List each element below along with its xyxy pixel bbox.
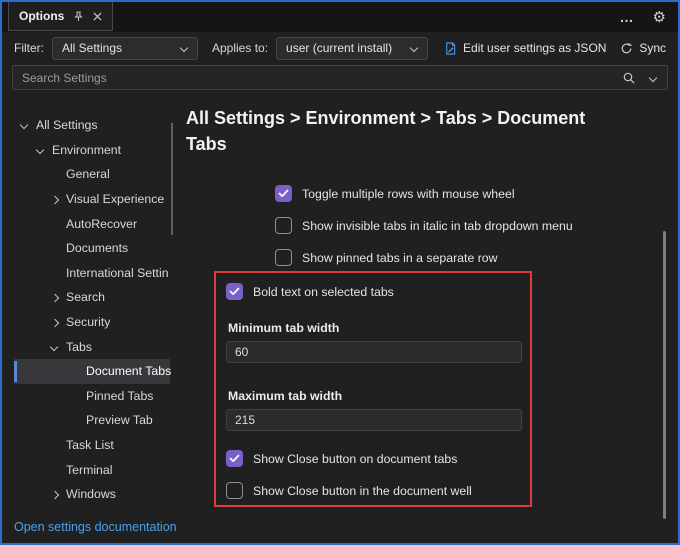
checkbox-bold-text-selected-tabs[interactable]: Bold text on selected tabs [226, 283, 394, 300]
titlebar-actions: … ⚙ [620, 2, 666, 32]
chevron-right-icon[interactable] [50, 293, 60, 301]
checkbox-icon[interactable] [226, 450, 243, 467]
edit-json-icon [444, 41, 457, 55]
sync-button[interactable]: Sync [620, 41, 666, 55]
options-window: Options … ⚙ Filter: All Settings Applies… [0, 0, 680, 545]
checkbox-show-close-in-document-well[interactable]: Show Close button in the document well [226, 482, 472, 499]
sidebar-item-pinned-tabs[interactable]: Pinned Tabs [2, 384, 182, 409]
sidebar-item-document-tabs[interactable]: Document Tabs [2, 358, 182, 384]
max-tab-width-input[interactable] [226, 409, 522, 431]
main-scrollbar[interactable] [663, 231, 666, 519]
applies-to-select[interactable]: user (current install) [276, 36, 429, 60]
chevron-down-icon[interactable] [20, 121, 30, 129]
sidebar-item-international-settings[interactable]: International Settin [2, 261, 182, 286]
filter-label: Filter: [14, 41, 44, 55]
chevron-down-icon[interactable] [649, 74, 657, 82]
sidebar-item-autorecover[interactable]: AutoRecover [2, 211, 182, 236]
applies-to-label: Applies to: [212, 41, 269, 55]
checkbox-label: Show pinned tabs in a separate row [302, 250, 498, 265]
sidebar-item-general[interactable]: General [2, 162, 182, 187]
sidebar-item-terminal[interactable]: Terminal [2, 457, 182, 482]
toolbar: Filter: All Settings Applies to: user (c… [2, 32, 678, 64]
edit-json-label: Edit user settings as JSON [463, 41, 607, 55]
checkbox-icon[interactable] [275, 185, 292, 202]
sidebar-item-documents[interactable]: Documents [2, 236, 182, 261]
body: All Settings Environment General Visual … [2, 97, 678, 543]
checkbox-toggle-multiple-rows[interactable]: Toggle multiple rows with mouse wheel [275, 185, 515, 202]
sidebar-item-all-settings[interactable]: All Settings [2, 113, 182, 138]
sync-label: Sync [639, 41, 666, 55]
search-settings-bar [12, 65, 668, 90]
titlebar: Options … ⚙ [2, 2, 678, 32]
checkbox-show-pinned-separate-row[interactable]: Show pinned tabs in a separate row [275, 249, 498, 266]
checkbox-icon[interactable] [275, 249, 292, 266]
edit-json-button[interactable]: Edit user settings as JSON [444, 41, 606, 55]
min-tab-width-input[interactable] [226, 341, 522, 363]
chevron-down-icon [180, 44, 188, 52]
breadcrumb: All Settings > Environment > Tabs > Docu… [186, 108, 586, 154]
chevron-down-icon[interactable] [50, 343, 60, 351]
sidebar-item-windows[interactable]: Windows [2, 482, 182, 507]
sidebar-item-environment[interactable]: Environment [2, 138, 182, 163]
checkbox-label: Show Close button on document tabs [253, 451, 458, 466]
checkbox-label: Show invisible tabs in italic in tab dro… [302, 218, 573, 233]
pin-icon[interactable] [73, 11, 84, 22]
filter-select[interactable]: All Settings [52, 36, 198, 60]
search-input[interactable] [13, 70, 622, 85]
sidebar-item-tabs[interactable]: Tabs [2, 334, 182, 359]
more-options-icon[interactable]: … [620, 9, 635, 25]
checkbox-label: Show Close button in the document well [253, 483, 472, 498]
sidebar-item-security[interactable]: Security [2, 310, 182, 335]
chevron-right-icon[interactable] [50, 195, 60, 203]
close-icon[interactable] [93, 11, 102, 21]
settings-tree: All Settings Environment General Visual … [2, 97, 182, 543]
sidebar-item-preview-tab[interactable]: Preview Tab [2, 408, 182, 433]
filter-select-value: All Settings [62, 41, 123, 55]
chevron-down-icon [410, 44, 418, 52]
gear-icon[interactable]: ⚙ [653, 8, 666, 26]
options-tab[interactable]: Options [8, 2, 114, 31]
checkbox-show-invisible-tabs-italic[interactable]: Show invisible tabs in italic in tab dro… [275, 217, 573, 234]
highlight-annotation: Bold text on selected tabs Minimum tab w… [214, 271, 532, 507]
checkbox-label: Toggle multiple rows with mouse wheel [302, 186, 515, 201]
settings-pane: All Settings > Environment > Tabs > Docu… [182, 97, 678, 543]
sidebar-scrollbar[interactable] [171, 123, 173, 235]
search-actions [622, 71, 667, 85]
window-title: Options [19, 9, 65, 23]
sidebar-item-visual-experience[interactable]: Visual Experience [2, 187, 182, 212]
applies-to-select-value: user (current install) [286, 41, 393, 55]
checkbox-icon[interactable] [226, 482, 243, 499]
sidebar-item-task-list[interactable]: Task List [2, 433, 182, 458]
chevron-right-icon[interactable] [50, 318, 60, 326]
checkbox-show-close-on-document-tabs[interactable]: Show Close button on document tabs [226, 450, 457, 467]
sidebar-item-search[interactable]: Search [2, 285, 182, 310]
chevron-right-icon[interactable] [50, 490, 60, 498]
max-tab-width-label: Maximum tab width [228, 389, 343, 403]
sync-icon [620, 42, 633, 55]
min-tab-width-label: Minimum tab width [228, 321, 340, 335]
checkbox-label: Bold text on selected tabs [253, 284, 394, 299]
checkbox-icon[interactable] [226, 283, 243, 300]
checkbox-icon[interactable] [275, 217, 292, 234]
chevron-down-icon[interactable] [36, 146, 46, 154]
search-icon[interactable] [622, 71, 636, 85]
open-settings-documentation-link[interactable]: Open settings documentation [14, 520, 177, 534]
